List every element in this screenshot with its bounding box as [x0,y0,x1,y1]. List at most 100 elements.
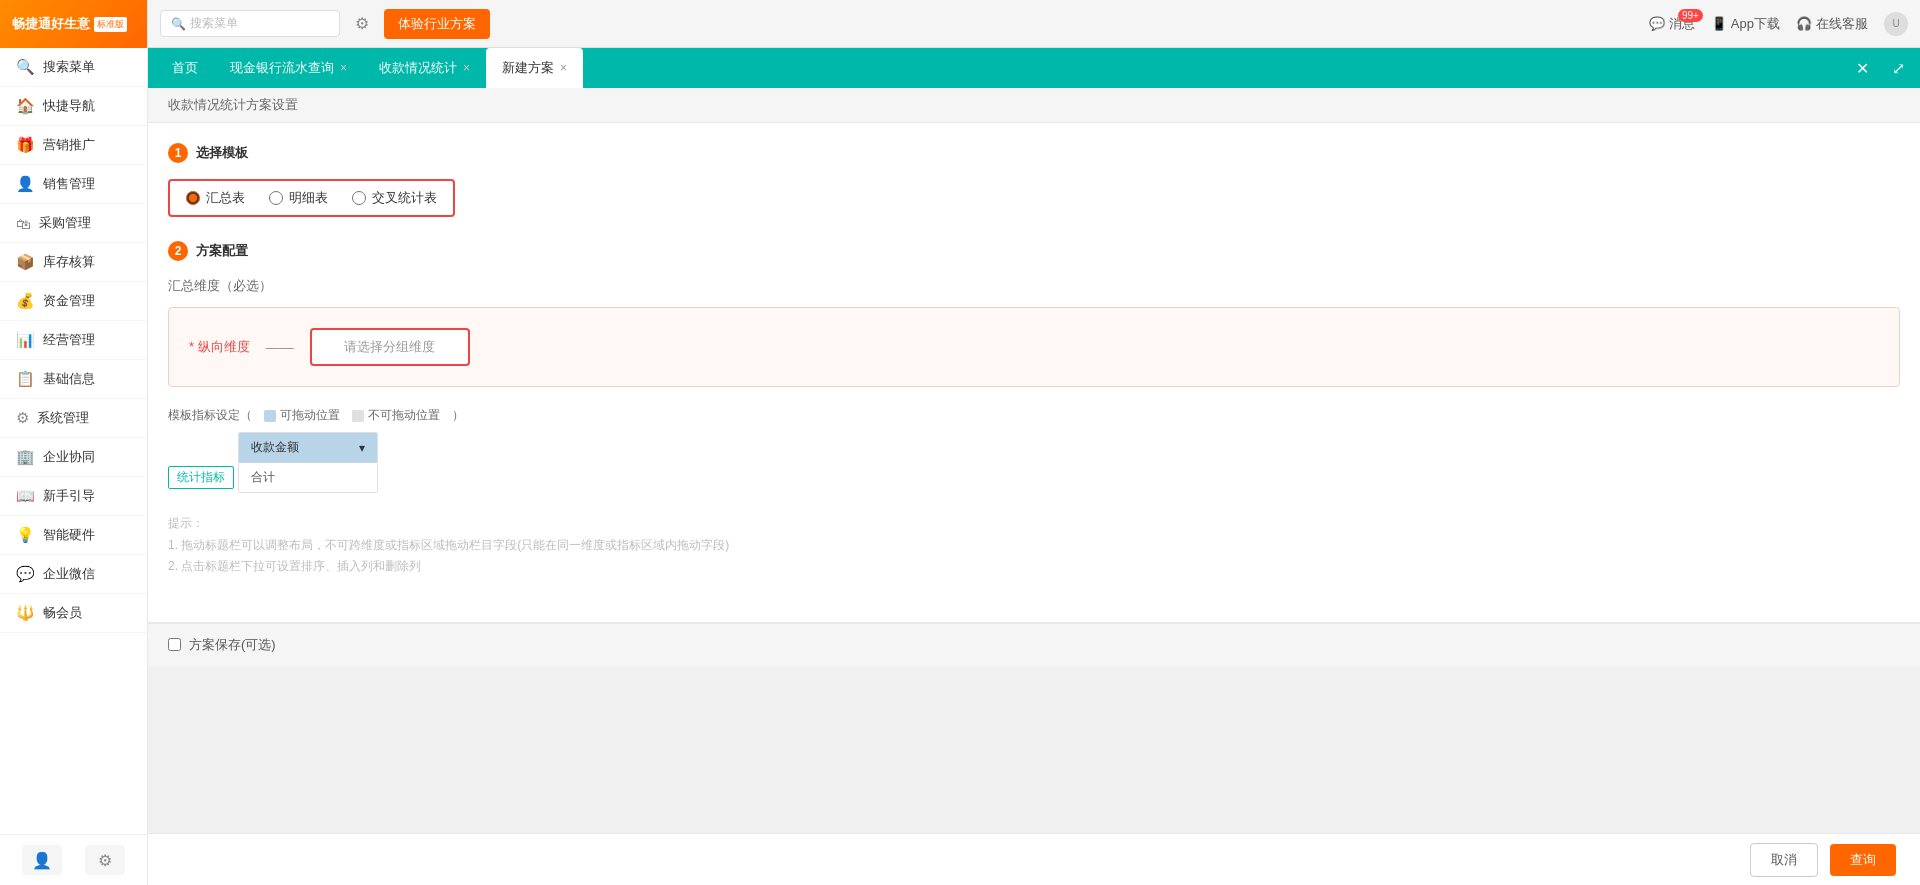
radio-summary[interactable] [186,191,200,205]
sidebar-item-search-menu[interactable]: 🔍 搜索菜单 [0,48,147,87]
settings-icon[interactable]: ⚙ [348,10,376,38]
sidebar-item-label: 采购管理 [39,214,91,232]
tab-collection-stat-close[interactable]: × [463,61,470,75]
sidebar-item-inventory[interactable]: 📦 库存核算 [0,243,147,282]
tab-collection-stat[interactable]: 收款情况统计 × [363,48,486,88]
option-detail-label: 明细表 [289,189,328,207]
list-icon: 📋 [16,370,35,388]
save-checkbox[interactable] [168,638,181,651]
sidebar-item-smart-hw[interactable]: 💡 智能硬件 [0,516,147,555]
sidebar-item-guide[interactable]: 📖 新手引导 [0,477,147,516]
sidebar-item-finance[interactable]: 💰 资金管理 [0,282,147,321]
sidebar-item-wechat[interactable]: 💬 企业微信 [0,555,147,594]
sidebar-item-member[interactable]: 🔱 畅会员 [0,594,147,633]
tabbar: 首页 现金银行流水查询 × 收款情况统计 × 新建方案 × ✕ ⤢ [148,48,1920,88]
dropdown-icon[interactable]: ▾ [359,441,365,455]
industry-btn[interactable]: 体验行业方案 [384,9,490,39]
metric-section: 模板指标设定（ 可拖动位置 不可拖动位置 ） 统计指标 [168,407,1900,497]
metric-column-header[interactable]: 收款金额 ▾ [239,433,377,463]
sidebar-bottom-user[interactable]: 👤 [22,845,62,875]
sidebar-item-purchase[interactable]: 🛍 采购管理 [0,204,147,243]
tab-new-plan-label: 新建方案 [502,59,554,77]
sidebar-item-operations[interactable]: 📊 经营管理 [0,321,147,360]
dimension-select[interactable]: 请选择分组维度 [310,328,470,366]
legend-gray-dot [352,410,364,422]
step2-section: 2 方案配置 汇总维度（必选） 纵向维度 —— 请选择分组维度 [168,241,1900,578]
sidebar-item-label: 企业微信 [43,565,95,583]
sidebar-item-label: 库存核算 [43,253,95,271]
notification-item[interactable]: 💬 消息 99+ [1649,15,1695,33]
tip1-text: 1. 拖动标题栏可以调整布局，不可跨维度或指标区域拖动栏目字段(只能在同一维度或… [168,535,729,557]
money-icon: 💰 [16,292,35,310]
radio-cross[interactable] [352,191,366,205]
legend-fixed-label: 不可拖动位置 [368,407,440,424]
option-cross-label: 交叉统计表 [372,189,437,207]
tab-collection-stat-label: 收款情况统计 [379,59,457,77]
metric-setting-label: 模板指标设定（ [168,407,252,424]
option-summary-label: 汇总表 [206,189,245,207]
sidebar-bottom: 👤 ⚙ [0,834,147,885]
row-dimension-label: 纵向维度 [189,338,250,356]
step2-number: 2 [168,241,188,261]
sidebar-item-label: 智能硬件 [43,526,95,544]
sidebar-item-system[interactable]: ⚙ 系统管理 [0,399,147,438]
tip2: 2. 点击标题栏下拉可设置排序、插入列和删除列 [168,556,1900,578]
gear-icon: ⚙ [16,409,29,427]
tab-bank-flow-label: 现金银行流水查询 [230,59,334,77]
sidebar-item-sales[interactable]: 👤 销售管理 [0,165,147,204]
dimension-placeholder: 请选择分组维度 [344,339,435,354]
sidebar-item-label: 新手引导 [43,487,95,505]
save-option-label[interactable]: 方案保存(可选) [189,636,276,654]
tab-bank-flow[interactable]: 现金银行流水查询 × [214,48,363,88]
topbar-left: 🔍 搜索菜单 ⚙ 体验行业方案 [160,9,490,39]
query-button[interactable]: 查询 [1830,844,1896,876]
step1-header: 1 选择模板 [168,143,1900,163]
option-summary[interactable]: 汇总表 [186,189,245,207]
metric-table: 收款金额 ▾ 合计 [238,432,378,493]
sidebar-item-label: 销售管理 [43,175,95,193]
metric-row-total: 合计 [239,463,377,492]
logo-text: 畅捷通好生意 [12,15,90,33]
headset-icon: 🎧 [1796,16,1812,31]
message-icon: 💬 [1649,16,1665,31]
dimension-section-label: 汇总维度（必选） [168,277,1900,295]
download-label: App下载 [1731,15,1780,33]
metric-title: 统计指标 [168,466,234,489]
sidebar-item-marketing[interactable]: 🎁 营销推广 [0,126,147,165]
service-item[interactable]: 🎧 在线客服 [1796,15,1868,33]
bottom-bar: 取消 查询 [148,833,1920,885]
sidebar-item-quick-nav[interactable]: 🏠 快捷导航 [0,87,147,126]
app-logo: 畅捷通好生意 标准版 [0,0,147,48]
download-icon: 📱 [1711,16,1727,31]
tab-close-all-btn[interactable]: ✕ [1848,54,1876,82]
sidebar-bottom-settings[interactable]: ⚙ [85,845,125,875]
member-icon: 🔱 [16,604,35,622]
app-download-item[interactable]: 📱 App下载 [1711,15,1780,33]
legend-blue-dot [264,410,276,422]
search-icon: 🔍 [171,17,186,31]
cancel-button[interactable]: 取消 [1750,843,1818,877]
tips-prefix: 提示： [168,516,204,530]
sidebar-item-basic-info[interactable]: 📋 基础信息 [0,360,147,399]
content-area: 收款情况统计方案设置 1 选择模板 汇总表 明细表 [148,88,1920,885]
tab-expand-btn[interactable]: ⤢ [1884,54,1912,82]
step1-section: 1 选择模板 汇总表 明细表 交叉统计表 [168,143,1900,217]
topbar-right: 💬 消息 99+ 📱 App下载 🎧 在线客服 U [1649,12,1908,36]
option-detail[interactable]: 明细表 [269,189,328,207]
tab-home-label: 首页 [172,59,198,77]
search-box[interactable]: 🔍 搜索菜单 [160,10,340,37]
tab-new-plan-close[interactable]: × [560,61,567,75]
option-cross[interactable]: 交叉统计表 [352,189,437,207]
chat-icon: 💬 [16,565,35,583]
sidebar-item-label: 营销推广 [43,136,95,154]
radio-detail[interactable] [269,191,283,205]
tab-new-plan[interactable]: 新建方案 × [486,48,583,88]
user-avatar[interactable]: U [1884,12,1908,36]
legend-fixed: 不可拖动位置 [352,407,440,424]
tab-bank-flow-close[interactable]: × [340,61,347,75]
dimension-area: 纵向维度 —— 请选择分组维度 [168,307,1900,387]
arrow: —— [266,339,294,355]
tab-home[interactable]: 首页 [156,48,214,88]
step2-title: 方案配置 [196,242,248,260]
sidebar-item-enterprise[interactable]: 🏢 企业协同 [0,438,147,477]
